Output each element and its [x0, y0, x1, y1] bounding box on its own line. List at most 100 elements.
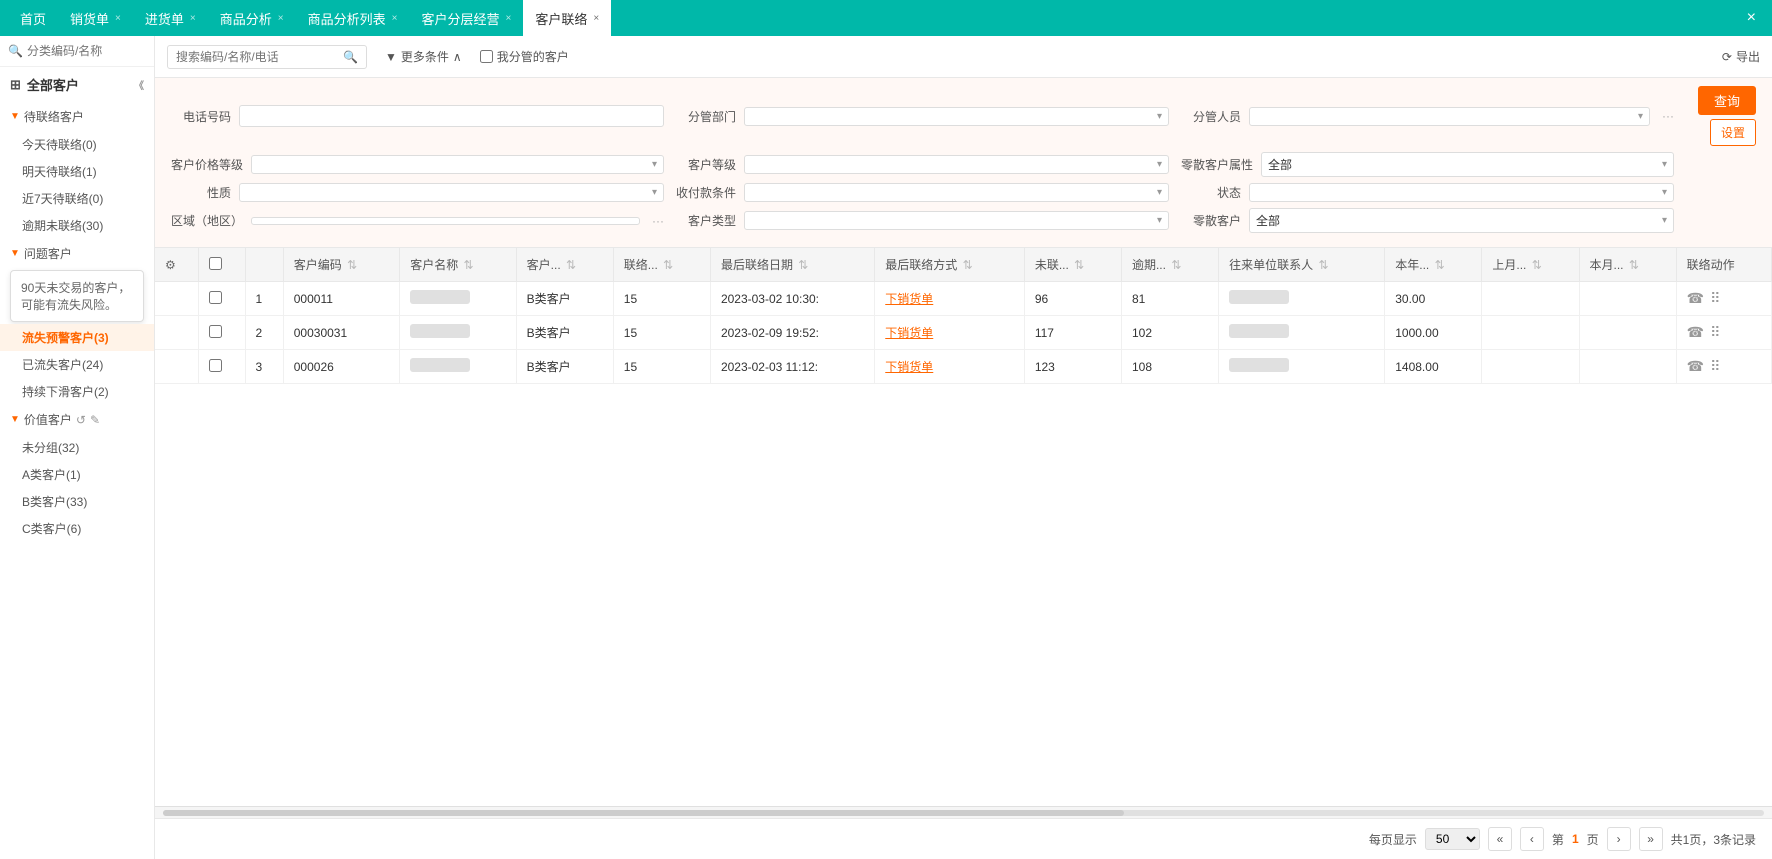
sidebar-item-declining[interactable]: 持续下滑客户(2) [0, 378, 154, 405]
per-page-label: 每页显示 [1369, 831, 1417, 848]
row-type: B类客户 [516, 350, 613, 384]
refresh-icon[interactable]: ↺ [76, 413, 86, 427]
retail-attr-label: 零散客户属性 [1181, 156, 1253, 173]
action-more-icon[interactable]: ⠿ [1710, 290, 1720, 307]
my-customers-checkbox[interactable] [480, 50, 493, 63]
region-select[interactable] [251, 217, 640, 225]
region-dots[interactable]: ··· [652, 214, 664, 228]
type-sort-icon: ⇅ [566, 258, 576, 272]
col-last-month[interactable]: 上月... ⇅ [1482, 248, 1579, 282]
nav-product-list-close[interactable]: × [392, 13, 398, 24]
last-page-btn[interactable]: » [1639, 827, 1663, 851]
next-page-btn[interactable]: › [1607, 827, 1631, 851]
edit-icon[interactable]: ✎ [90, 413, 100, 427]
col-type[interactable]: 客户... ⇅ [516, 248, 613, 282]
select-all-checkbox[interactable] [209, 257, 222, 270]
close-all-button[interactable]: × [1739, 9, 1764, 27]
settings-button[interactable]: 设置 [1710, 119, 1756, 146]
nav-sales-close[interactable]: × [115, 13, 121, 24]
price-level-select[interactable]: ▾ [251, 155, 664, 174]
col-last-date[interactable]: 最后联络日期 ⇅ [710, 248, 874, 282]
action-more-icon[interactable]: ⠿ [1710, 324, 1720, 341]
this-year-sort-icon: ⇅ [1435, 258, 1445, 272]
sidebar-group-pending-header[interactable]: ▼ 待联络客户 [0, 102, 154, 131]
nav-purchase-close[interactable]: × [190, 13, 196, 24]
col-checkbox[interactable] [198, 248, 245, 282]
col-this-year[interactable]: 本年... ⇅ [1385, 248, 1482, 282]
nav-product-analysis[interactable]: 商品分析 × [208, 0, 296, 36]
sidebar-item-churned[interactable]: 已流失客户(24) [0, 351, 154, 378]
nav-home[interactable]: 首页 [8, 0, 58, 36]
sidebar-item-churn-warning[interactable]: 流失预警客户(3) [0, 324, 154, 351]
col-name[interactable]: 客户名称 ⇅ [400, 248, 516, 282]
phone-input[interactable] [239, 105, 664, 127]
row-code: 000026 [283, 350, 399, 384]
horizontal-scrollbar[interactable] [155, 806, 1772, 818]
sidebar-item-class-c[interactable]: C类客户(6) [0, 515, 154, 542]
nav-customer-seg-close[interactable]: × [505, 13, 511, 24]
my-customers-checkbox-label[interactable]: 我分管的客户 [480, 48, 569, 65]
person-select[interactable]: ▾ [1249, 107, 1650, 126]
sidebar-item-class-a[interactable]: A类客户(1) [0, 461, 154, 488]
nav-sales[interactable]: 销货单 × [58, 0, 133, 36]
row-action: ☎ ⠿ [1676, 282, 1771, 316]
col-this-month[interactable]: 本月... ⇅ [1579, 248, 1676, 282]
more-conditions-btn[interactable]: ▼ 更多条件 ∧ [377, 44, 470, 69]
per-page-select[interactable]: 50 100 200 [1425, 828, 1480, 850]
scrollbar-thumb[interactable] [163, 810, 1124, 816]
query-button[interactable]: 查询 [1698, 86, 1756, 115]
dept-select[interactable]: ▾ [744, 107, 1169, 126]
sidebar-item-7days[interactable]: 近7天待联络(0) [0, 185, 154, 212]
customer-level-select[interactable]: ▾ [744, 155, 1169, 174]
nav-customer-contact-close[interactable]: × [593, 13, 599, 24]
prev-page-btn[interactable]: ‹ [1520, 827, 1544, 851]
sidebar-group-problem-header[interactable]: ▼ 问题客户 [0, 239, 154, 268]
last-date-sort-icon: ⇅ [798, 258, 808, 272]
row-checkbox[interactable] [198, 350, 245, 384]
search-submit-icon[interactable]: 🔍 [343, 50, 358, 64]
row-checkbox[interactable] [198, 282, 245, 316]
row-contact: 15 [613, 350, 710, 384]
nav-purchase[interactable]: 进货单 × [133, 0, 208, 36]
retail-attr-select[interactable]: 全部 ▾ [1261, 152, 1674, 177]
sidebar-group-value-header[interactable]: ▼ 价值客户 ↺ ✎ [0, 405, 154, 434]
sidebar-item-class-b[interactable]: B类客户(33) [0, 488, 154, 515]
person-dots[interactable]: ··· [1662, 109, 1674, 123]
col-uncontacted[interactable]: 未联... ⇅ [1024, 248, 1121, 282]
row-last-method[interactable]: 下销货单 [875, 350, 1025, 384]
sidebar-search-input[interactable] [27, 44, 146, 58]
row-checkbox[interactable] [198, 316, 245, 350]
main-search-input[interactable] [176, 50, 343, 64]
sidebar-item-overdue[interactable]: 逾期未联络(30) [0, 212, 154, 239]
nav-customer-contact[interactable]: 客户联络 × [523, 0, 611, 36]
col-contact[interactable]: 联络... ⇅ [613, 248, 710, 282]
customer-type-select[interactable]: ▾ [744, 211, 1169, 230]
row-last-method[interactable]: 下销货单 [875, 316, 1025, 350]
first-page-btn[interactable]: « [1488, 827, 1512, 851]
col-overdue[interactable]: 逾期... ⇅ [1121, 248, 1218, 282]
col-code[interactable]: 客户编码 ⇅ [283, 248, 399, 282]
row-last-method[interactable]: 下销货单 [875, 282, 1025, 316]
scrollbar-track[interactable] [163, 810, 1764, 816]
nav-product-list[interactable]: 商品分析列表 × [296, 0, 410, 36]
action-contact-icon[interactable]: ☎ [1687, 358, 1704, 375]
status-select[interactable]: ▾ [1249, 183, 1674, 202]
nav-product-analysis-close[interactable]: × [278, 13, 284, 24]
action-contact-icon[interactable]: ☎ [1687, 324, 1704, 341]
col-settings-icon[interactable]: ⚙ [165, 258, 176, 272]
retail-customer-select[interactable]: 全部 ▾ [1249, 208, 1674, 233]
nature-select[interactable]: ▾ [239, 183, 664, 202]
col-action: 联络动作 [1676, 248, 1771, 282]
sidebar-item-tomorrow[interactable]: 明天待联络(1) [0, 158, 154, 185]
export-button[interactable]: ⟳ 导出 [1722, 48, 1760, 65]
sidebar-item-ungrouped[interactable]: 未分组(32) [0, 434, 154, 461]
action-contact-icon[interactable]: ☎ [1687, 290, 1704, 307]
col-contact-person[interactable]: 往来单位联系人 ⇅ [1219, 248, 1385, 282]
col-settings[interactable]: ⚙ [155, 248, 198, 282]
sidebar-all-customers[interactable]: ⊞ 全部客户 《 [0, 67, 154, 102]
payment-select[interactable]: ▾ [744, 183, 1169, 202]
nav-customer-segmentation[interactable]: 客户分层经营 × [409, 0, 523, 36]
col-last-method[interactable]: 最后联络方式 ⇅ [875, 248, 1025, 282]
action-more-icon[interactable]: ⠿ [1710, 358, 1720, 375]
sidebar-item-today[interactable]: 今天待联络(0) [0, 131, 154, 158]
